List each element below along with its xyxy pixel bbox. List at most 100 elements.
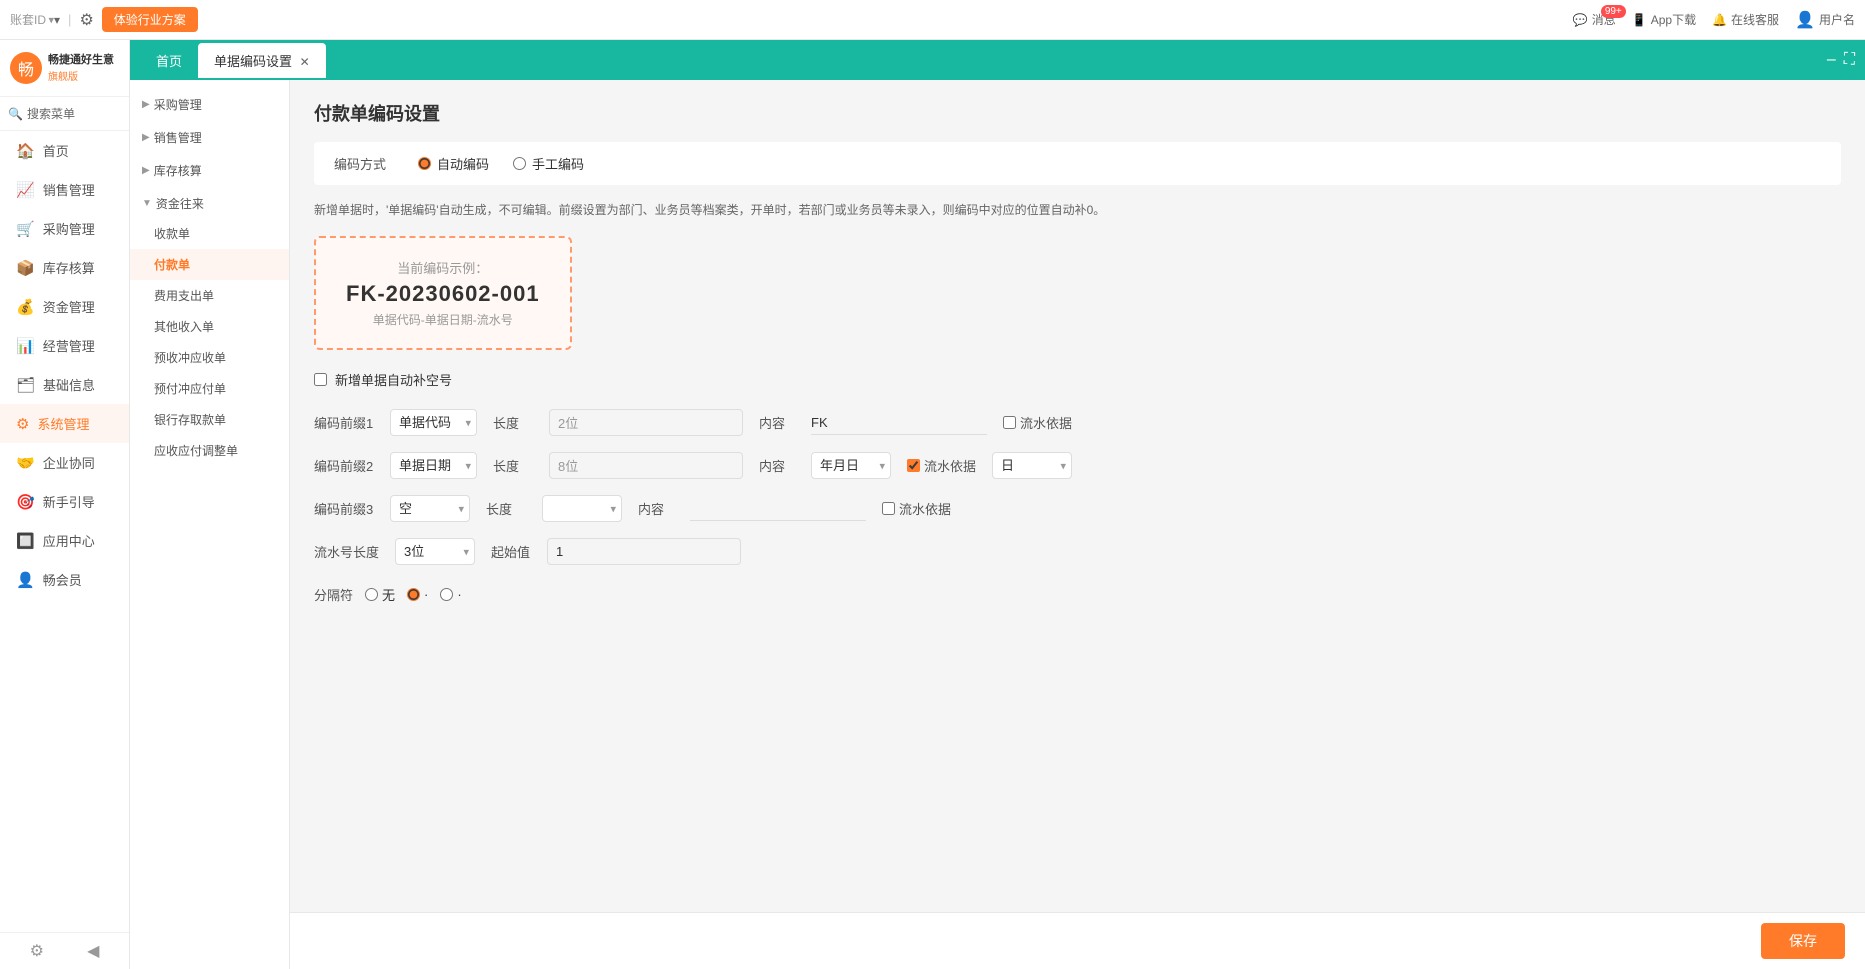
account-selector[interactable]: ▾ [54,12,60,27]
sidebar-label-apps: 应用中心 [43,531,95,550]
manual-code-radio[interactable] [513,157,526,170]
tab-expand-icon[interactable]: ⛶ [1844,51,1855,69]
prefix1-content-input[interactable] [811,411,987,435]
sidebar-item-operations[interactable]: 📊 经营管理 [0,326,129,365]
prefix3-select-wrapper[interactable]: 空 [390,495,470,522]
tab-code-settings[interactable]: 单据编码设置 ✕ [198,43,326,78]
sidebar-item-apps[interactable]: 🔲 应用中心 [0,521,129,560]
auto-code-option[interactable]: 自动编码 [418,154,489,173]
top-bar-right: 💬 消息 99+ 📱 App下载 🔔 在线客服 👤 用户名 [1573,10,1855,30]
app-icon: 📱 [1632,13,1647,27]
message-btn[interactable]: 💬 消息 99+ [1573,11,1616,28]
sidebar-item-purchase[interactable]: 🛒 采购管理 [0,209,129,248]
subnav-group-capital: ▼ 资金往来 收款单 付款单 费用支出单 其他收入单 预收冲应收单 预付冲应付单… [130,189,289,466]
sidebar-item-inventory[interactable]: 📦 库存核算 [0,248,129,287]
sidebar-item-guide[interactable]: 🎯 新手引导 [0,482,129,521]
subnav-item-receipt[interactable]: 收款单 [130,218,289,249]
system-icon: ⚙ [16,415,29,433]
sidebar-label-system: 系统管理 [37,414,89,433]
manual-code-option[interactable]: 手工编码 [513,154,584,173]
settings-bottom-icon[interactable]: ⚙ [30,941,44,961]
content-area: 付款单编码设置 编码方式 自动编码 手工编码 [290,80,1865,969]
prefix1-select[interactable]: 单据代码 [390,409,477,436]
sidebar: 畅 畅捷通好生意 旗舰版 🔍 搜索菜单 🏠 首页 📈 销售管理 🛒 采购管理 [0,40,130,969]
sidebar-item-collab[interactable]: 🤝 企业协同 [0,443,129,482]
subnav-item-pre-payable[interactable]: 预付冲应付单 [130,373,289,404]
logo-char: 畅 [18,56,34,80]
subnav-item-other-income[interactable]: 其他收入单 [130,311,289,342]
service-btn[interactable]: 🔔 在线客服 [1712,11,1779,28]
subnav-item-payment[interactable]: 付款单 [130,249,289,280]
start-value-input[interactable] [547,538,741,565]
industry-btn[interactable]: 体验行业方案 [102,7,198,32]
tab-home[interactable]: 首页 [140,43,198,78]
sep-dash-radio[interactable] [440,588,453,601]
auto-fill-label[interactable]: 新增单据自动补空号 [335,370,452,389]
tab-minimize-icon[interactable]: – [1827,51,1836,69]
sales-icon: 📈 [16,181,35,199]
prefix2-content-select[interactable]: 年月日 [811,452,891,479]
subnav-group-sales: ▶ 销售管理 [130,123,289,152]
prefix3-length-select[interactable] [542,495,622,522]
sidebar-nav: 🏠 首页 📈 销售管理 🛒 采购管理 📦 库存核算 💰 资金管理 📊 经 [0,131,129,932]
sidebar-item-sales[interactable]: 📈 销售管理 [0,170,129,209]
prefix1-serial-checkbox[interactable] [1003,416,1016,429]
subnav-item-adjust[interactable]: 应收应付调整单 [130,435,289,466]
sidebar-item-member[interactable]: 👤 畅会员 [0,560,129,599]
sidebar-label-base: 基础信息 [43,375,95,394]
subnav-label-sales: 销售管理 [154,129,202,146]
sidebar-label-collab: 企业协同 [43,453,95,472]
prefix3-select[interactable]: 空 [390,495,470,522]
prefix3-length-select-wrapper[interactable] [542,495,622,522]
app-download-btn[interactable]: 📱 App下载 [1632,11,1696,28]
save-button[interactable]: 保存 [1761,923,1845,959]
prefix3-content-input[interactable] [690,497,866,521]
subnav-title-purchase[interactable]: ▶ 采购管理 [130,90,289,119]
prefix3-serial-label: 流水依据 [882,499,951,518]
prefix2-cycle-select-wrapper[interactable]: 日 [992,452,1072,479]
sep-none-radio[interactable] [365,588,378,601]
logo-title: 畅捷通好生意 [48,53,114,67]
sidebar-item-home[interactable]: 🏠 首页 [0,131,129,170]
serial-length-select[interactable]: 3位 [395,538,475,565]
prefix2-select-wrapper[interactable]: 单据日期 [390,452,477,479]
sep-dot-radio[interactable] [407,588,420,601]
sidebar-item-finance[interactable]: 💰 资金管理 [0,287,129,326]
sidebar-item-base[interactable]: 🗂 基础信息 [0,365,129,404]
form-area: 付款单编码设置 编码方式 自动编码 手工编码 [290,80,1865,912]
subnav-group-inventory: ▶ 库存核算 [130,156,289,185]
subnav-label-capital: 资金往来 [156,195,204,212]
prefix1-select-wrapper[interactable]: 单据代码 [390,409,477,436]
serial-length-row: 流水号长度 3位 起始值 [314,538,1841,565]
subnav-title-inventory[interactable]: ▶ 库存核算 [130,156,289,185]
purchase-icon: 🛒 [16,220,35,238]
auto-code-radio[interactable] [418,157,431,170]
subnav-title-capital[interactable]: ▼ 资金往来 [130,189,289,218]
prefix2-serial-checkbox[interactable] [907,459,920,472]
tab-close-icon[interactable]: ✕ [300,55,310,69]
bottom-bar: 保存 [290,912,1865,969]
auto-fill-checkbox[interactable] [314,373,327,386]
sep-dot-option[interactable]: · [407,587,428,602]
prefix2-serial-text: 流水依据 [924,456,976,475]
code-method-row: 编码方式 自动编码 手工编码 [314,142,1841,185]
prefix2-content-select-wrapper[interactable]: 年月日 [811,452,891,479]
settings-icon[interactable]: ⚙ [79,10,93,30]
sep-none-option[interactable]: 无 [365,585,395,604]
sidebar-item-system[interactable]: ⚙ 系统管理 [0,404,129,443]
tab-bar: 首页 单据编码设置 ✕ – ⛶ [130,40,1865,80]
subnav-title-sales[interactable]: ▶ 销售管理 [130,123,289,152]
sep-dash-option[interactable]: · [440,587,461,602]
serial-length-select-wrapper[interactable]: 3位 [395,538,475,565]
user-avatar[interactable]: 👤 用户名 [1795,10,1855,30]
prefix2-cycle-select[interactable]: 日 [992,452,1072,479]
collapse-icon[interactable]: ◀ [87,941,99,961]
tab-bar-icons: – ⛶ [1827,51,1855,69]
sidebar-search[interactable]: 🔍 搜索菜单 [0,97,129,131]
subnav-item-pre-receivable[interactable]: 预收冲应收单 [130,342,289,373]
subnav-item-bank[interactable]: 银行存取款单 [130,404,289,435]
subnav-item-expense[interactable]: 费用支出单 [130,280,289,311]
prefix3-serial-checkbox[interactable] [882,502,895,515]
prefix2-select[interactable]: 单据日期 [390,452,477,479]
prefix1-serial-text: 流水依据 [1020,413,1072,432]
